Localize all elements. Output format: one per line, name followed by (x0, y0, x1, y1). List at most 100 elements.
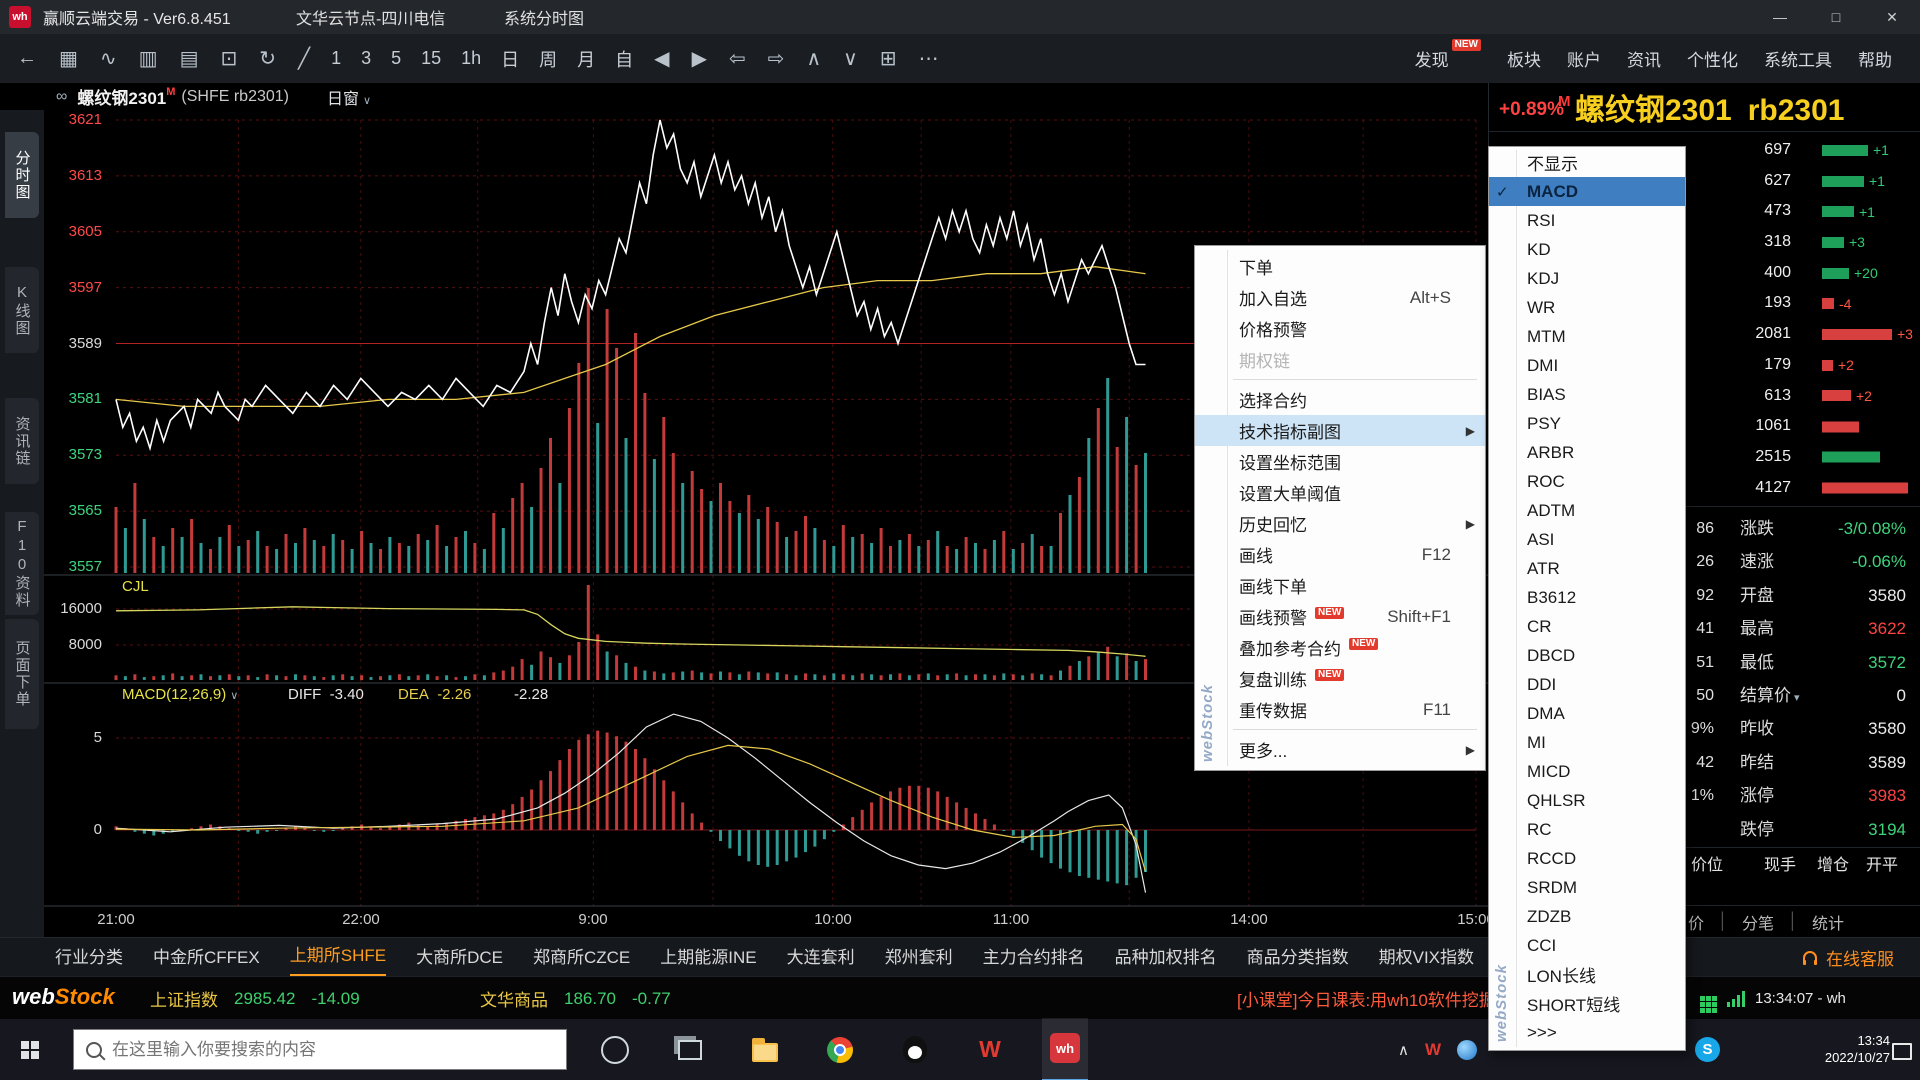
period-5min-button[interactable]: 5 (381, 48, 411, 69)
indicator-option-option-0[interactable]: 不显示 (1489, 148, 1685, 177)
online-service-button[interactable]: 在线客服 (1801, 938, 1894, 977)
indicator-option-SRDM[interactable]: SRDM (1489, 873, 1685, 902)
quote-board-icon[interactable]: ▦ (48, 46, 89, 71)
sse-index-quote[interactable]: 上证指数 2985.42 -14.09 (150, 977, 360, 1020)
menu-place-order[interactable]: 下单 (1195, 251, 1485, 282)
notification-center-icon[interactable] (1892, 1043, 1912, 1060)
indicator-option-KD[interactable]: KD (1489, 235, 1685, 264)
indicator-option-ROC[interactable]: ROC (1489, 467, 1685, 496)
skype-icon[interactable]: S (1695, 1037, 1720, 1062)
chrome-icon[interactable] (817, 1019, 863, 1080)
indicator-option-RCCD[interactable]: RCCD (1489, 844, 1685, 873)
prev-contract-icon[interactable]: ◀ (643, 46, 680, 71)
indicator-option-DDI[interactable]: DDI (1489, 670, 1685, 699)
period-1hour-button[interactable]: 1h (451, 48, 491, 69)
indicator-option-SHORT[interactable]: SHORT短线 (1489, 989, 1685, 1018)
exchange-tab-commodity-index[interactable]: 商品分类指数 (1247, 940, 1349, 976)
toolbar-menu-discover[interactable]: 发现NEW (1415, 46, 1481, 71)
menu-more[interactable]: 更多...▶ (1195, 734, 1485, 765)
indicator-option-ASI[interactable]: ASI (1489, 525, 1685, 554)
indicator-option-ZDZB[interactable]: ZDZB (1489, 902, 1685, 931)
refresh-icon[interactable]: ↻ (248, 46, 287, 71)
maximize-button[interactable]: □ (1808, 0, 1864, 34)
indicator-option-MACD[interactable]: ✓MACD (1489, 177, 1685, 206)
exchange-tab-cffex[interactable]: 中金所CFFEX (153, 940, 260, 976)
indicator-option-MTM[interactable]: MTM (1489, 322, 1685, 351)
indicator-option-DMI[interactable]: DMI (1489, 351, 1685, 380)
left-tab-f10-info[interactable]: F10资料 (5, 512, 39, 615)
pan-right-icon[interactable]: ⇨ (757, 46, 796, 71)
exchange-tab-dalian-arb[interactable]: 大连套利 (787, 940, 855, 976)
wps-tray-icon[interactable]: W (1425, 1040, 1441, 1060)
more-tools-icon[interactable]: ⋯ (908, 46, 950, 71)
menu-price-alert[interactable]: 价格预警 (1195, 313, 1485, 344)
menu-indicator-subchart[interactable]: 技术指标副图▶ (1195, 415, 1485, 446)
menu-draw-line-order[interactable]: 画线下单 (1195, 570, 1485, 601)
taskbar-clock[interactable]: 13:34 2022/10/27 (1825, 1032, 1890, 1066)
draw-line-icon[interactable]: ╱ (287, 46, 321, 71)
file-explorer-icon[interactable] (742, 1019, 788, 1080)
qq-icon[interactable] (892, 1019, 938, 1080)
kline-chart-icon[interactable]: ▥ (128, 46, 169, 71)
exchange-tab-option-vix[interactable]: 期权VIX指数 (1379, 940, 1474, 976)
menu-set-axis-range[interactable]: 设置坐标范围 (1195, 446, 1485, 477)
zoom-out-icon[interactable]: ∨ (832, 46, 869, 71)
wenhua-app-icon[interactable]: wh (1042, 1018, 1088, 1080)
exchange-tab-weighted-rank[interactable]: 品种加权排名 (1115, 940, 1217, 976)
toolbar-menu-personalize[interactable]: 个性化 (1687, 46, 1738, 71)
cortana-icon[interactable] (592, 1019, 638, 1080)
indicator-option-LON[interactable]: LON长线 (1489, 960, 1685, 989)
indicator-option-BIAS[interactable]: BIAS (1489, 380, 1685, 409)
indicator-option-CCI[interactable]: CCI (1489, 931, 1685, 960)
indicator-option-MI[interactable]: MI (1489, 728, 1685, 757)
toolbar-menu-help[interactable]: 帮助 (1858, 46, 1892, 71)
save-icon[interactable]: ⊡ (209, 46, 248, 71)
zoom-in-icon[interactable]: ∧ (795, 46, 832, 71)
indicator-option-QHLSR[interactable]: QHLSR (1489, 786, 1685, 815)
pan-left-icon[interactable]: ⇦ (718, 46, 757, 71)
toolbar-menu-news[interactable]: 资讯 (1627, 46, 1661, 71)
exchange-tab-czce[interactable]: 郑商所CZCE (533, 940, 630, 976)
left-tab-tick-chart[interactable]: 分时图 (5, 132, 39, 218)
menu-overlay-contract[interactable]: 叠加参考合约NEW (1195, 632, 1485, 663)
taskbar-search[interactable] (73, 1029, 567, 1070)
period-15min-button[interactable]: 15 (411, 48, 451, 69)
period-custom-button[interactable]: 自 (605, 46, 643, 72)
indicator-option-B3612[interactable]: B3612 (1489, 583, 1685, 612)
toolbar-menu-account[interactable]: 账户 (1567, 46, 1601, 71)
wenhua-commodity-quote[interactable]: 文华商品 186.70 -0.77 (480, 977, 671, 1020)
indicator-option-PSY[interactable]: PSY (1489, 409, 1685, 438)
exchange-tab-dce[interactable]: 大商所DCE (416, 940, 503, 976)
grid-layout-icon[interactable]: ⊞ (869, 46, 908, 71)
period-week-button[interactable]: 周 (529, 46, 567, 72)
indicator-option-DMA[interactable]: DMA (1489, 699, 1685, 728)
quote-tab-2[interactable]: 分笔 (1742, 910, 1774, 934)
left-tab-page-order[interactable]: 页面下单 (5, 619, 39, 729)
indicator-option-RC[interactable]: RC (1489, 815, 1685, 844)
quote-tab-3[interactable]: 统计 (1812, 910, 1844, 934)
back-icon[interactable]: ← (6, 47, 48, 70)
window-period-dropdown[interactable]: 日窗∨ (327, 85, 371, 109)
exchange-tab-ine[interactable]: 上期能源INE (660, 940, 756, 976)
period-month-button[interactable]: 月 (567, 46, 605, 72)
toolbar-menu-sectors[interactable]: 板块 (1507, 46, 1541, 71)
period-day-button[interactable]: 日 (491, 46, 529, 72)
contract-name[interactable]: 螺纹钢2301 (77, 84, 166, 109)
indicator-option-ARBR[interactable]: ARBR (1489, 438, 1685, 467)
taskbar-search-input[interactable] (102, 1039, 566, 1061)
menu-replay-training[interactable]: 复盘训练NEW (1195, 663, 1485, 694)
indicator-option-DBCD[interactable]: DBCD (1489, 641, 1685, 670)
indicator-option-CR[interactable]: CR (1489, 612, 1685, 641)
task-view-icon[interactable] (667, 1019, 713, 1080)
left-tab-kline-chart[interactable]: K线图 (5, 267, 39, 353)
stat-settle-label[interactable]: 结算价 ▾ (1740, 679, 1800, 715)
tick-chart-icon[interactable]: ∿ (89, 46, 128, 71)
period-3min-button[interactable]: 3 (351, 48, 381, 69)
indicator-option-WR[interactable]: WR (1489, 293, 1685, 322)
menu-select-contract[interactable]: 选择合约 (1195, 384, 1485, 415)
tray-chevron-icon[interactable]: ∧ (1398, 1041, 1409, 1059)
left-tab-news-chain[interactable]: 资讯链 (5, 398, 39, 484)
indicator-option-ADTM[interactable]: ADTM (1489, 496, 1685, 525)
toolbar-menu-system-tools[interactable]: 系统工具 (1764, 46, 1832, 71)
wps-icon[interactable]: W (967, 1019, 1013, 1080)
